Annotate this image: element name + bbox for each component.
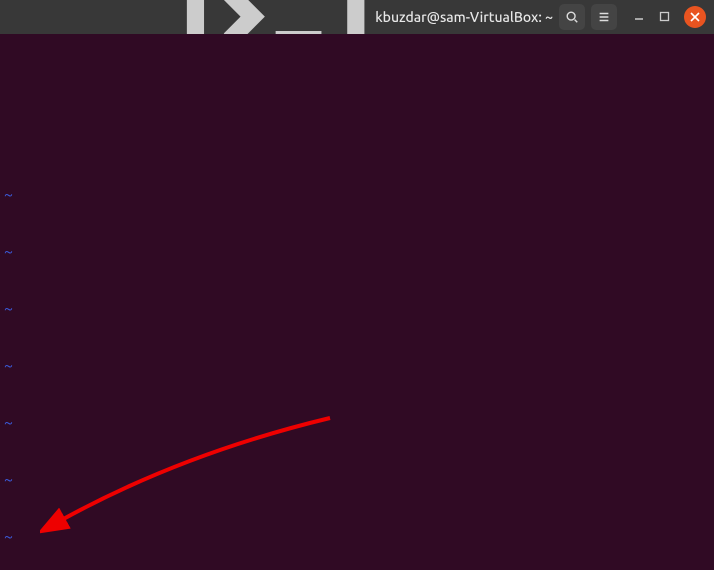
terminal-body[interactable]: ~ ~ ~ ~ ~ ~ ~ ~ ~ buffersintro ~ ~ ~ ~ ~… bbox=[0, 34, 714, 570]
window-titlebar: kbuzdar@sam-VirtualBox: ~ bbox=[0, 0, 714, 34]
vim-tilde: ~ bbox=[0, 300, 714, 319]
window-title: kbuzdar@sam-VirtualBox: ~ bbox=[375, 9, 553, 25]
editor-blank-line bbox=[0, 110, 714, 129]
maximize-icon bbox=[659, 11, 670, 22]
search-icon bbox=[565, 10, 579, 24]
search-button[interactable] bbox=[559, 4, 585, 30]
close-button[interactable] bbox=[684, 6, 706, 28]
vim-tilde: ~ bbox=[0, 186, 714, 205]
maximize-button[interactable] bbox=[659, 9, 670, 25]
vim-tilde: ~ bbox=[0, 243, 714, 262]
hamburger-icon bbox=[597, 10, 611, 24]
vim-tilde: ~ bbox=[0, 528, 714, 547]
vim-tilde: ~ bbox=[0, 471, 714, 490]
close-icon bbox=[690, 12, 700, 22]
vim-tilde: ~ bbox=[0, 414, 714, 433]
vim-tilde: ~ bbox=[0, 357, 714, 376]
minimize-button[interactable] bbox=[633, 9, 645, 25]
window-controls bbox=[633, 6, 706, 28]
menu-button[interactable] bbox=[591, 4, 617, 30]
minimize-icon bbox=[633, 10, 645, 22]
